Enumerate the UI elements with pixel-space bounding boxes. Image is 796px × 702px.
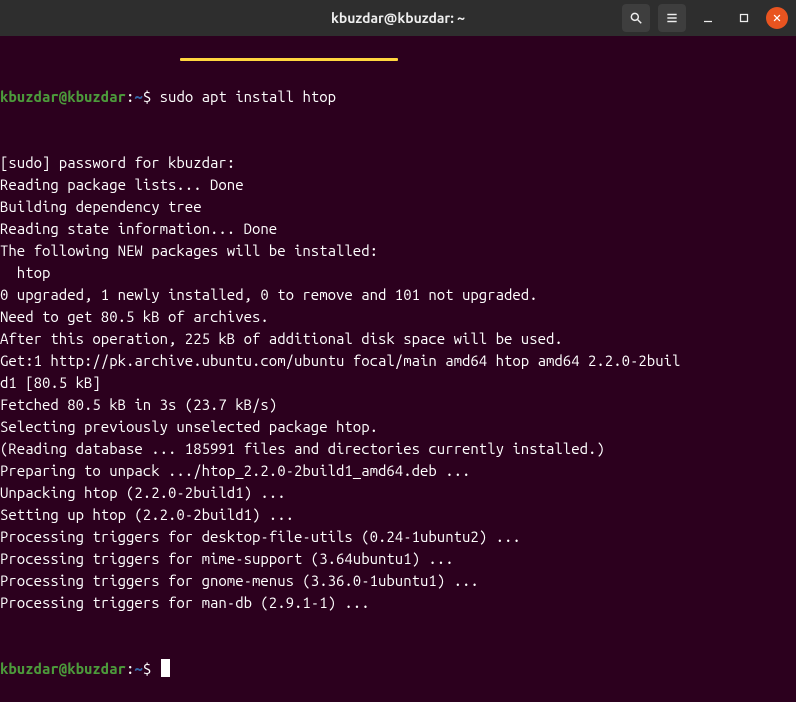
output-line: After this operation, 225 kB of addition…: [0, 328, 796, 350]
output-line: (Reading database ... 185991 files and d…: [0, 438, 796, 460]
maximize-icon: [738, 12, 750, 24]
terminal-output: [sudo] password for kbuzdar:Reading pack…: [0, 152, 796, 614]
search-button[interactable]: [622, 4, 650, 32]
prompt-user-host: kbuzdar@kbuzdar: [0, 660, 126, 677]
prompt-line-1: kbuzdar@kbuzdar:~$ sudo apt install htop: [0, 86, 796, 108]
output-line: Need to get 80.5 kB of archives.: [0, 306, 796, 328]
output-line: Building dependency tree: [0, 196, 796, 218]
output-line: htop: [0, 262, 796, 284]
terminal-cursor: [161, 659, 170, 677]
output-line: Processing triggers for mime-support (3.…: [0, 548, 796, 570]
prompt-user-host: kbuzdar@kbuzdar: [0, 88, 126, 105]
output-line: Reading package lists... Done: [0, 174, 796, 196]
output-line: Get:1 http://pk.archive.ubuntu.com/ubunt…: [0, 350, 796, 372]
output-line: 0 upgraded, 1 newly installed, 0 to remo…: [0, 284, 796, 306]
prompt-symbol: $: [143, 660, 151, 677]
minimize-button[interactable]: [694, 4, 722, 32]
output-line: Reading state information... Done: [0, 218, 796, 240]
prompt-line-2: kbuzdar@kbuzdar:~$: [0, 658, 796, 680]
hamburger-icon: [665, 11, 679, 25]
terminal-area[interactable]: kbuzdar@kbuzdar:~$ sudo apt install htop…: [0, 36, 796, 702]
output-line: Fetched 80.5 kB in 3s (23.7 kB/s): [0, 394, 796, 416]
prompt-symbol: $: [143, 88, 151, 105]
output-line: The following NEW packages will be insta…: [0, 240, 796, 262]
close-icon: [772, 13, 782, 23]
hamburger-menu-button[interactable]: [658, 4, 686, 32]
output-line: Unpacking htop (2.2.0-2build1) ...: [0, 482, 796, 504]
minimize-icon: [702, 12, 714, 24]
output-line: Processing triggers for gnome-menus (3.3…: [0, 570, 796, 592]
output-line: [sudo] password for kbuzdar:: [0, 152, 796, 174]
prompt-separator: :: [126, 660, 134, 677]
output-line: Processing triggers for man-db (2.9.1-1)…: [0, 592, 796, 614]
maximize-button[interactable]: [730, 4, 758, 32]
prompt-path: ~: [134, 88, 142, 105]
window-titlebar: kbuzdar@kbuzdar: ~: [0, 0, 796, 36]
output-line: Selecting previously unselected package …: [0, 416, 796, 438]
close-button[interactable]: [766, 7, 788, 29]
output-line: Setting up htop (2.2.0-2build1) ...: [0, 504, 796, 526]
entered-command: sudo apt install htop: [151, 88, 336, 105]
highlight-underline-annotation: [180, 58, 398, 61]
search-icon: [629, 11, 643, 25]
output-line: Processing triggers for desktop-file-uti…: [0, 526, 796, 548]
prompt-path: ~: [134, 660, 142, 677]
output-line: d1 [80.5 kB]: [0, 372, 796, 394]
output-line: Preparing to unpack .../htop_2.2.0-2buil…: [0, 460, 796, 482]
window-title: kbuzdar@kbuzdar: ~: [331, 10, 465, 26]
